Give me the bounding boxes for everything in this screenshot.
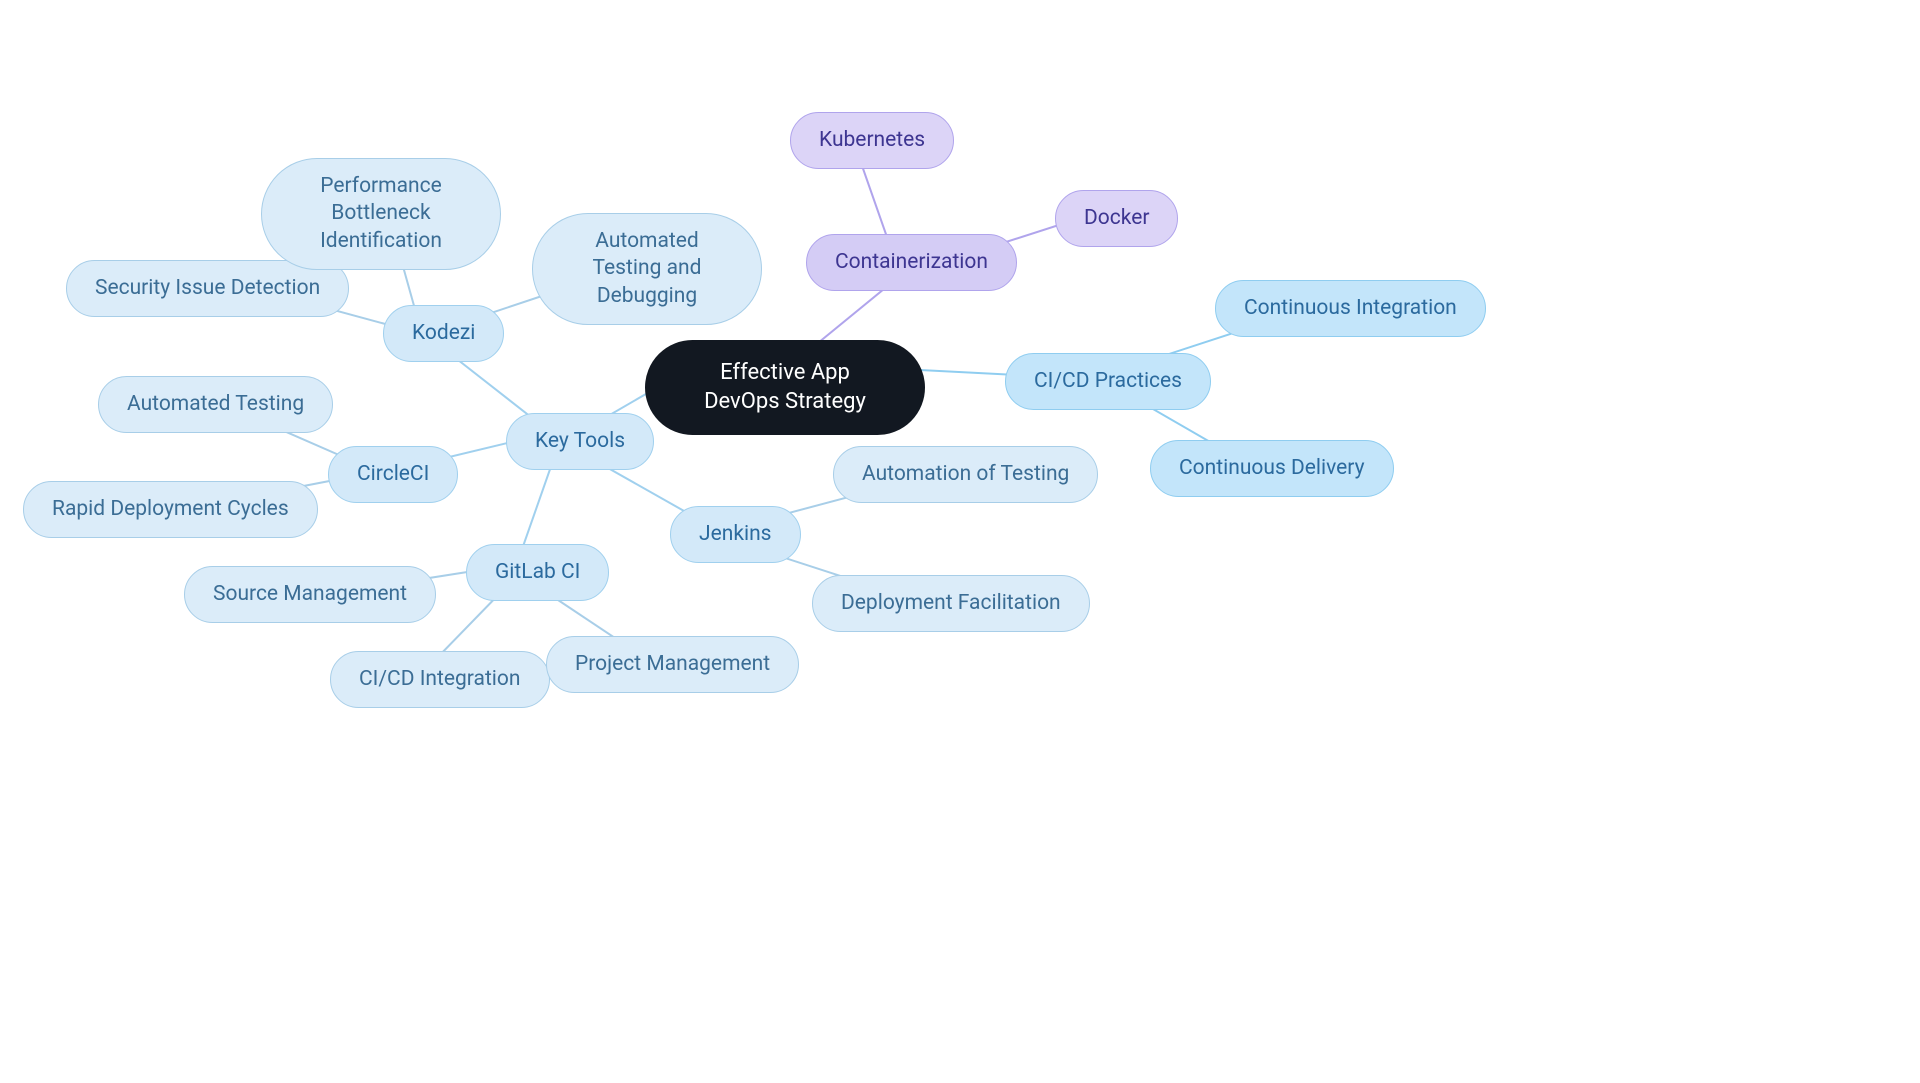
node-gitlab-ci[interactable]: GitLab CI bbox=[466, 544, 609, 601]
node-continuous-delivery[interactable]: Continuous Delivery bbox=[1150, 440, 1394, 497]
node-continuous-integration[interactable]: Continuous Integration bbox=[1215, 280, 1486, 337]
node-automated-testing[interactable]: Automated Testing bbox=[98, 376, 333, 433]
node-cicd-integration[interactable]: CI/CD Integration bbox=[330, 651, 550, 708]
node-jenkins[interactable]: Jenkins bbox=[670, 506, 801, 563]
node-deployment-facilitation[interactable]: Deployment Facilitation bbox=[812, 575, 1090, 632]
node-project-management[interactable]: Project Management bbox=[546, 636, 799, 693]
node-automation-testing[interactable]: Automation of Testing bbox=[833, 446, 1098, 503]
edges-layer bbox=[0, 0, 1920, 1083]
node-circleci[interactable]: CircleCI bbox=[328, 446, 458, 503]
node-automated-testing-debugging[interactable]: Automated Testing and Debugging bbox=[532, 213, 762, 325]
node-kubernetes[interactable]: Kubernetes bbox=[790, 112, 954, 169]
node-source-management[interactable]: Source Management bbox=[184, 566, 436, 623]
node-kodezi[interactable]: Kodezi bbox=[383, 305, 504, 362]
node-key-tools[interactable]: Key Tools bbox=[506, 413, 654, 470]
node-performance-bottleneck[interactable]: Performance Bottleneck Identification bbox=[261, 158, 501, 270]
node-containerization[interactable]: Containerization bbox=[806, 234, 1017, 291]
node-rapid-deployment[interactable]: Rapid Deployment Cycles bbox=[23, 481, 318, 538]
node-docker[interactable]: Docker bbox=[1055, 190, 1178, 247]
node-cicd-practices[interactable]: CI/CD Practices bbox=[1005, 353, 1211, 410]
mindmap-canvas: Effective App DevOps Strategy Containeri… bbox=[0, 0, 1920, 1083]
node-root[interactable]: Effective App DevOps Strategy bbox=[645, 340, 925, 435]
